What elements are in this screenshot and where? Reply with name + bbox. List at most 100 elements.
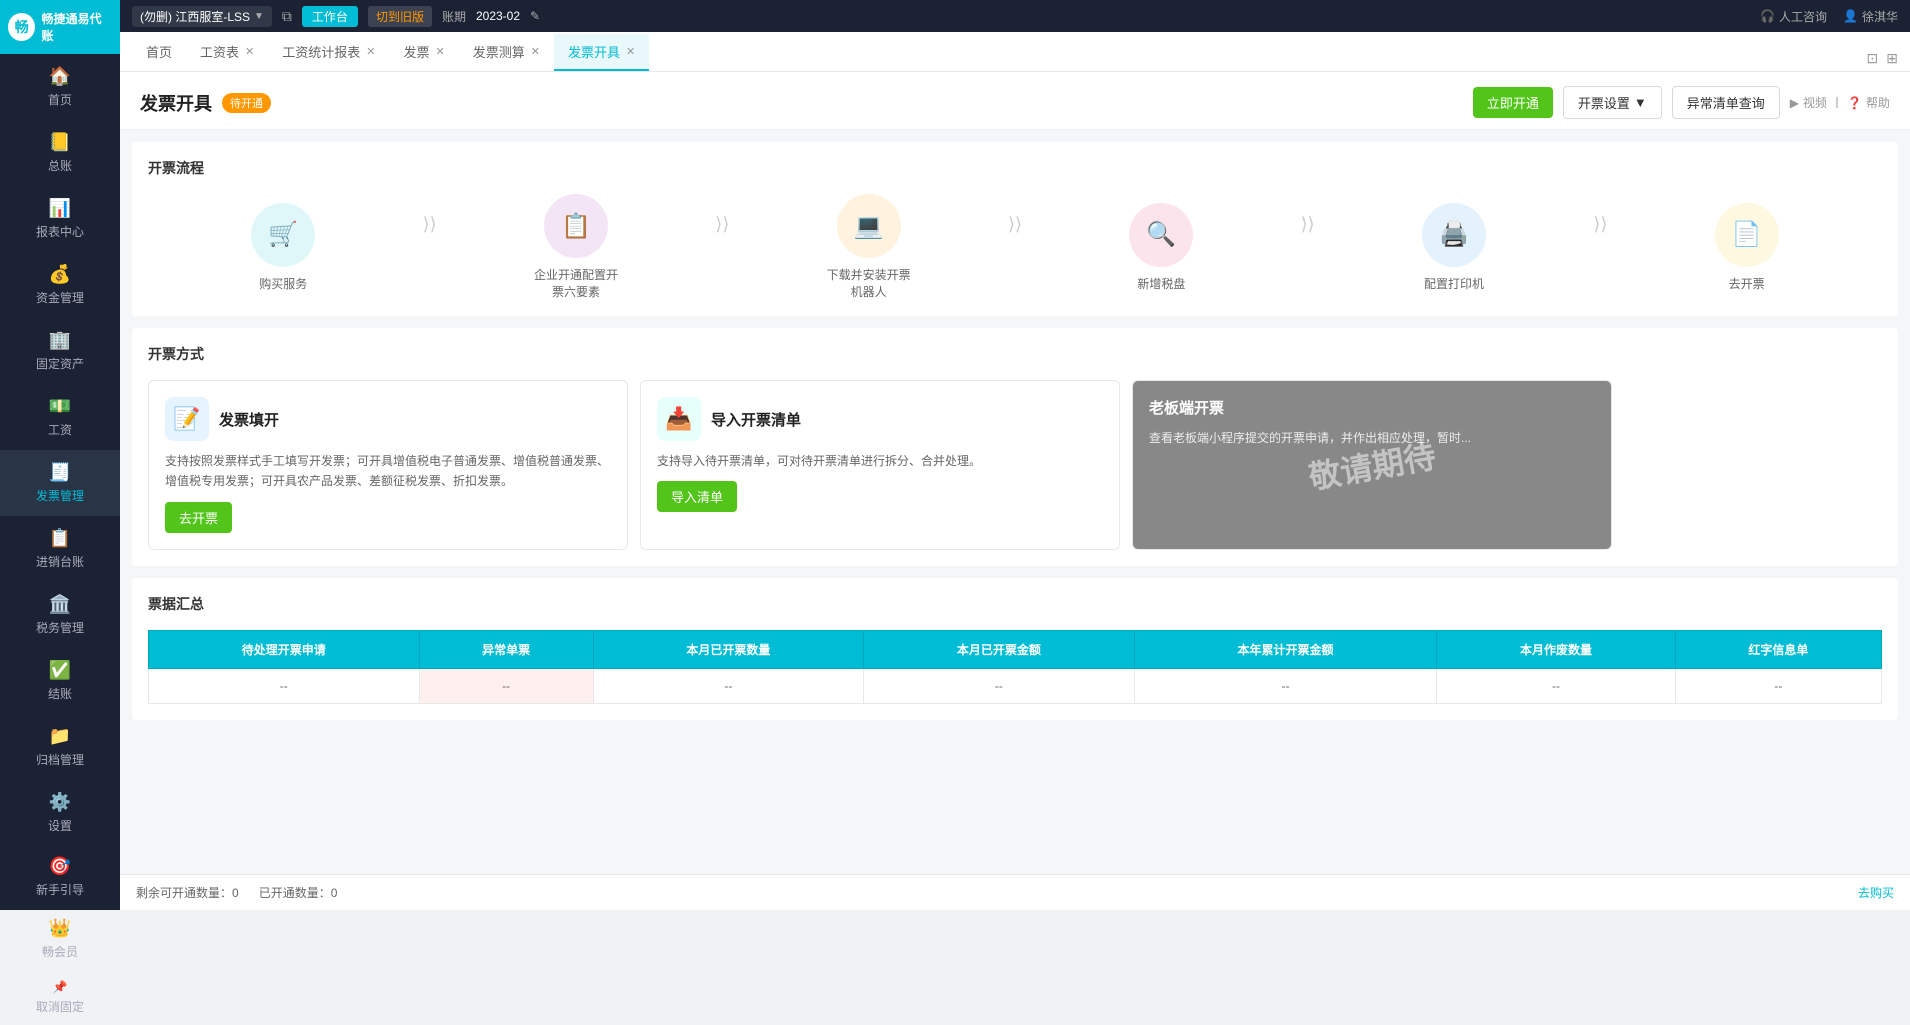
go-issue-button[interactable]: 去开票	[165, 502, 232, 533]
main-area: (勿删) 江西服室-LSS ▼ ⧉ 工作台 切到旧版 账期 2023-02 ✎ …	[120, 0, 1910, 910]
period-edit-icon[interactable]: ✎	[530, 9, 540, 23]
sidebar-item-ledger[interactable]: 📒 总账	[0, 120, 120, 186]
close-accounts-icon: ✅	[49, 660, 71, 681]
tab-payroll-report[interactable]: 工资统计报表 ✕	[268, 34, 389, 71]
import-card-icon: 📥	[657, 397, 701, 441]
copy-icon[interactable]: ⧉	[282, 8, 292, 25]
cell-3: --	[864, 668, 1135, 703]
switch-version-btn[interactable]: 切到旧版	[368, 6, 432, 27]
sidebar-item-home[interactable]: 🏠 首页	[0, 54, 120, 120]
topbar: (勿删) 江西服室-LSS ▼ ⧉ 工作台 切到旧版 账期 2023-02 ✎ …	[120, 0, 1910, 32]
tab-close-invoice-calc[interactable]: ✕	[531, 45, 540, 58]
sidebar-item-settings[interactable]: ⚙️ 设置	[0, 780, 120, 846]
tab-invoice[interactable]: 发票 ✕	[389, 34, 458, 71]
import-invoice-card: 📥 导入开票清单 支持导入待开票清单，可对待开票清单进行拆分、合并处理。 导入清…	[640, 380, 1120, 550]
tab-expand-icon[interactable]: ⊞	[1886, 50, 1898, 67]
topbar-right: 🎧 人工咨询 👤 徐淇华	[1760, 8, 1898, 25]
tab-invoice-issue[interactable]: 发票开具 ✕	[554, 34, 649, 71]
process-step-2: 📋 企业开通配置开票六要素	[441, 194, 712, 300]
period-value: 2023-02	[476, 9, 520, 23]
query-button[interactable]: 异常清单查询	[1672, 86, 1780, 119]
page-header: 发票开具 待开通 立即开通 开票设置 ▼ 异常清单查询 ▶ 视频 丨 ❓ 帮助	[120, 72, 1910, 130]
tab-restore-icon[interactable]: ⊡	[1867, 50, 1879, 67]
col-header-6: 红字信息单	[1675, 630, 1881, 668]
sidebar-item-archive[interactable]: 📁 归档管理	[0, 714, 120, 780]
assets-icon: 🏢	[49, 330, 71, 351]
tab-home[interactable]: 首页	[132, 34, 186, 71]
sidebar-logo[interactable]: 畅 畅捷通易代账	[0, 0, 120, 54]
logo-icon: 畅	[8, 13, 35, 41]
cell-6: --	[1675, 668, 1881, 703]
tax-icon: 🏛️	[49, 594, 71, 615]
unpin-icon: 📌	[53, 980, 68, 994]
sidebar: 畅 畅捷通易代账 🏠 首页 📒 总账 📊 报表中心 💰 资金管理 🏢 固定资产 …	[0, 0, 120, 910]
payroll-icon: 💵	[49, 396, 71, 417]
tab-close-invoice[interactable]: ✕	[436, 45, 445, 58]
tab-payroll[interactable]: 工资表 ✕	[186, 34, 268, 71]
fill-card-header: 📝 发票填开	[165, 397, 611, 441]
trade-icon: 📋	[49, 528, 71, 549]
logo-text: 畅捷通易代账	[41, 10, 112, 44]
step-6-icon: 📄	[1715, 203, 1779, 267]
tab-close-payroll-report[interactable]: ✕	[366, 45, 375, 58]
step-2-label: 企业开通配置开票六要素	[531, 266, 621, 300]
settings-icon: ⚙️	[49, 792, 71, 813]
table-row: -- -- -- -- -- -- --	[149, 668, 1882, 703]
step-1-label: 购买服务	[259, 275, 307, 292]
tab-close-invoice-issue[interactable]: ✕	[626, 45, 635, 58]
sidebar-item-assets[interactable]: 🏢 固定资产	[0, 318, 120, 384]
open-now-button[interactable]: 立即开通	[1473, 87, 1553, 118]
settings-button[interactable]: 开票设置 ▼	[1563, 86, 1662, 119]
settings-dropdown-icon: ▼	[1634, 95, 1647, 110]
user-menu[interactable]: 👤 徐淇华	[1843, 8, 1898, 25]
sidebar-unpin[interactable]: 📌 取消固定	[0, 970, 120, 1025]
arrow-1: ⟩⟩	[423, 214, 437, 235]
methods-row: 📝 发票填开 支持按照发票样式手工填写开发票；可开具增值税电子普通发票、增值税普…	[148, 380, 1882, 550]
col-header-2: 本月已开票数量	[593, 630, 864, 668]
fill-invoice-card: 📝 发票填开 支持按照发票样式手工填写开发票；可开具增值税电子普通发票、增值税普…	[148, 380, 628, 550]
process-step-6: 📄 去开票	[1611, 203, 1882, 292]
summary-title: 票据汇总	[148, 594, 1882, 614]
step-5-label: 配置打印机	[1424, 275, 1484, 292]
buy-link[interactable]: 去购买	[1858, 884, 1894, 901]
cell-0: --	[149, 668, 420, 703]
import-card-title: 导入开票清单	[711, 409, 801, 430]
user-avatar-icon: 👤	[1843, 9, 1858, 23]
sidebar-item-guide[interactable]: 🎯 新手引导	[0, 846, 120, 908]
step-3-icon: 💻	[837, 194, 901, 258]
archive-icon: 📁	[49, 726, 71, 747]
process-section-title: 开票流程	[148, 158, 1882, 178]
headset-icon: 🎧	[1760, 9, 1775, 23]
tab-close-payroll[interactable]: ✕	[245, 45, 254, 58]
bottombar: 剩余可开通数量：0 已开通数量：0 去购买	[120, 874, 1910, 910]
import-card-header: 📥 导入开票清单	[657, 397, 1103, 441]
sidebar-item-payroll[interactable]: 💵 工资	[0, 384, 120, 450]
cell-2: --	[593, 668, 864, 703]
process-step-5: 🖨️ 配置打印机	[1319, 203, 1590, 292]
methods-section: 开票方式 📝 发票填开 支持按照发票样式手工填写开发票；可开具增值税电子普通发票…	[132, 328, 1898, 566]
process-step-4: 🔍 新增税盘	[1026, 203, 1297, 292]
service-btn[interactable]: 🎧 人工咨询	[1760, 8, 1827, 25]
company-selector[interactable]: (勿删) 江西服室-LSS ▼	[132, 6, 272, 27]
sidebar-item-funds[interactable]: 💰 资金管理	[0, 252, 120, 318]
cell-4: --	[1134, 668, 1437, 703]
arrow-5: ⟩⟩	[1593, 214, 1607, 235]
sidebar-item-invoice[interactable]: 🧾 发票管理	[0, 450, 120, 516]
sidebar-item-member[interactable]: 👑 畅会员	[0, 908, 120, 970]
tab-invoice-calc[interactable]: 发票测算 ✕	[459, 34, 554, 71]
period-label: 账期	[442, 8, 466, 25]
sidebar-item-close[interactable]: ✅ 结账	[0, 648, 120, 714]
old-invoice-card: 老板端开票 查看老板端小程序提交的开票申请，并作出相应处理，暂时... 敬请期待	[1132, 380, 1612, 550]
step-5-icon: 🖨️	[1422, 203, 1486, 267]
used-label: 已开通数量：0	[259, 884, 338, 901]
step-1-icon: 🛒	[251, 203, 315, 267]
remaining-label: 剩余可开通数量：0	[136, 884, 239, 901]
sidebar-item-trade[interactable]: 📋 进销台账	[0, 516, 120, 582]
fill-card-icon: 📝	[165, 397, 209, 441]
sidebar-item-tax[interactable]: 🏛️ 税务管理	[0, 582, 120, 648]
import-list-button[interactable]: 导入清单	[657, 481, 737, 512]
workspace-btn[interactable]: 工作台	[302, 6, 358, 27]
cell-5: --	[1437, 668, 1675, 703]
sidebar-bottom: 🎯 新手引导 👑 畅会员 📌 取消固定	[0, 846, 120, 1025]
sidebar-item-reports[interactable]: 📊 报表中心	[0, 186, 120, 252]
